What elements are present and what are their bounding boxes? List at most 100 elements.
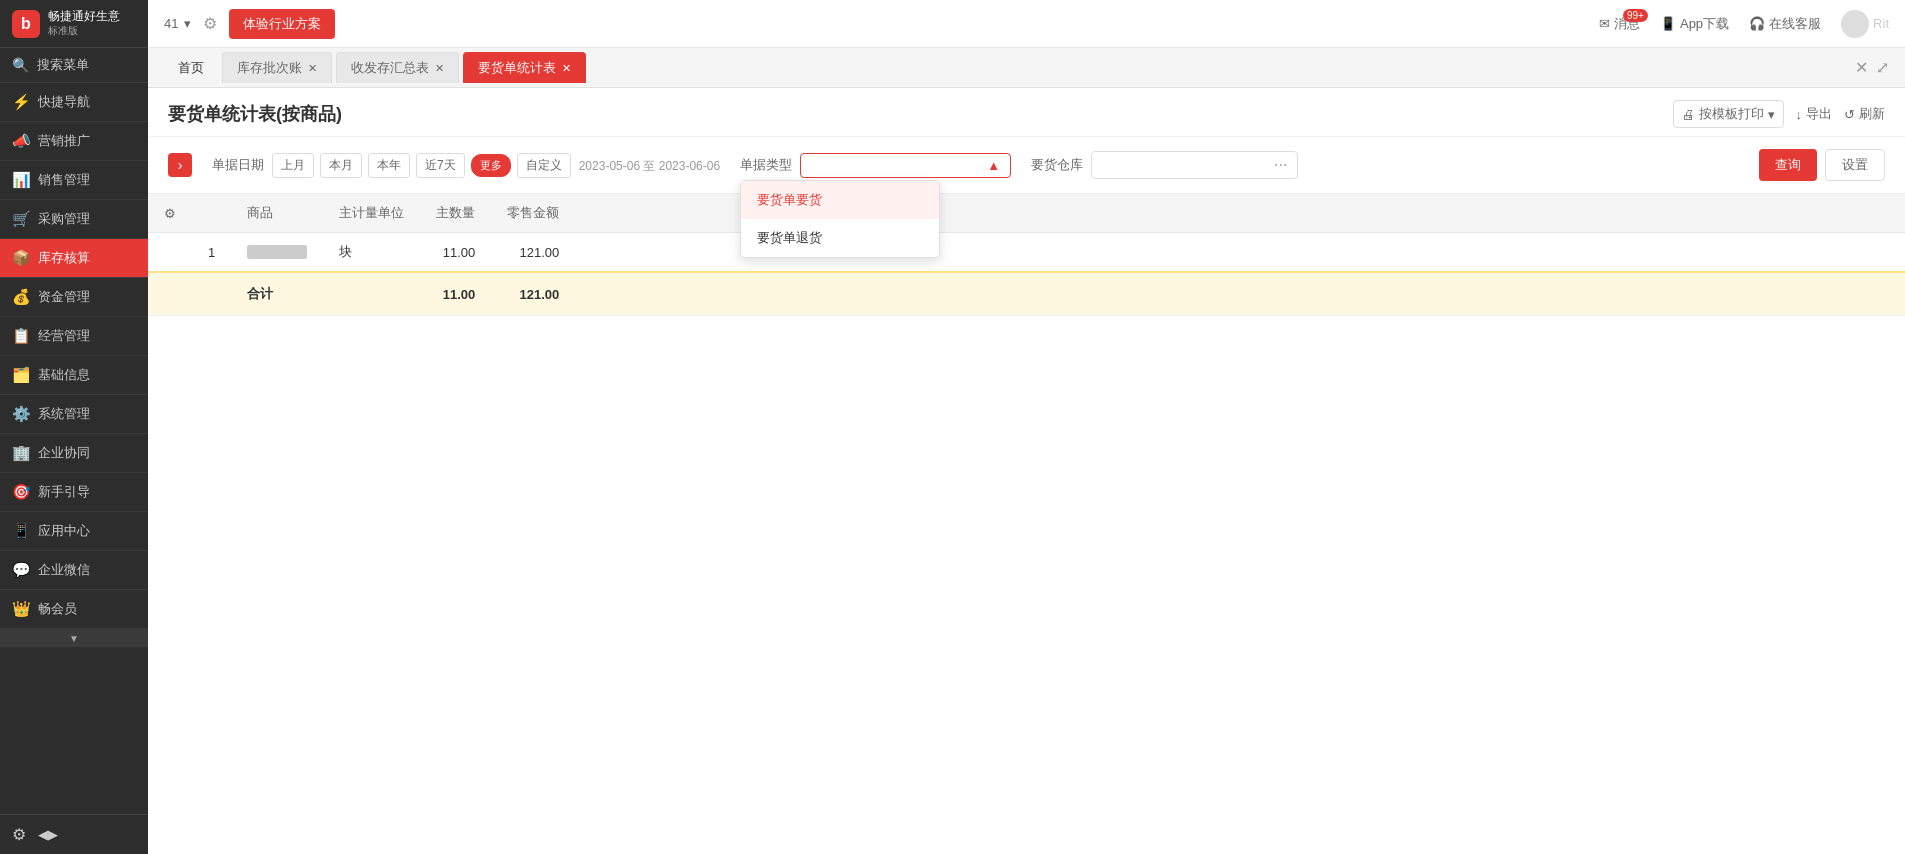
row-quantity: 11.00 xyxy=(420,233,491,273)
app-logo: b 畅捷通好生意 标准版 xyxy=(0,0,148,48)
search-menu-label: 搜索菜单 xyxy=(37,56,89,74)
sidebar-item-label: 基础信息 xyxy=(38,366,90,384)
row-index: 1 xyxy=(192,233,231,273)
sidebar-item-system[interactable]: ⚙️ 系统管理 xyxy=(0,395,148,434)
warehouse-select[interactable]: ··· xyxy=(1091,151,1298,179)
sidebar-item-wechat[interactable]: 💬 企业微信 xyxy=(0,551,148,590)
sidebar-item-basic[interactable]: 🗂️ 基础信息 xyxy=(0,356,148,395)
total-row: 合计 11.00 121.00 xyxy=(148,272,1905,316)
this-year-btn[interactable]: 本年 xyxy=(368,153,410,178)
sidebar-item-purchase[interactable]: 🛒 采购管理 xyxy=(0,200,148,239)
sidebar-item-label: 销售管理 xyxy=(38,171,90,189)
total-gear xyxy=(148,272,192,316)
date-label: 单据日期 xyxy=(212,156,264,174)
refresh-btn[interactable]: ↺ 刷新 xyxy=(1844,105,1885,123)
sidebar-item-sales[interactable]: 📊 销售管理 xyxy=(0,161,148,200)
message-icon: ✉ xyxy=(1599,16,1610,31)
dropdown-item-requisition[interactable]: 要货单要货 xyxy=(741,181,939,219)
topbar-right: ✉ 消息 99+ 📱 App下载 🎧 在线客服 Rit xyxy=(1599,10,1889,38)
settings-icon[interactable]: ⚙ xyxy=(12,825,26,844)
sidebar-item-label: 畅会员 xyxy=(38,600,77,618)
table-body: 1 块 11.00 121.00 xyxy=(148,233,1905,273)
user-avatar[interactable]: Rit xyxy=(1841,10,1889,38)
sidebar-item-quick-nav[interactable]: ⚡ 快捷导航 xyxy=(0,83,148,122)
sidebar-item-operations[interactable]: 📋 经营管理 xyxy=(0,317,148,356)
tab-inventory-batch-close[interactable]: ✕ xyxy=(308,62,317,75)
sidebar-item-inventory[interactable]: 📦 库存核算 xyxy=(0,239,148,278)
custom-date-btn[interactable]: 自定义 xyxy=(517,153,571,178)
sidebar-item-label: 资金管理 xyxy=(38,288,90,306)
row-amount: 121.00 xyxy=(491,233,575,273)
search-menu-item[interactable]: 🔍 搜索菜单 xyxy=(0,48,148,83)
window-maximize-btn[interactable]: ⤢ xyxy=(1876,58,1889,77)
industry-btn[interactable]: 体验行业方案 xyxy=(229,9,335,39)
online-service-btn[interactable]: 🎧 在线客服 xyxy=(1749,15,1821,33)
sidebar-item-marketing[interactable]: 📣 营销推广 xyxy=(0,122,148,161)
tab-receive-summary[interactable]: 收发存汇总表 ✕ xyxy=(336,52,459,83)
tab-order-stats-close[interactable]: ✕ xyxy=(562,62,571,75)
basic-icon: 🗂️ xyxy=(12,366,30,384)
window-close-btn[interactable]: ✕ xyxy=(1855,58,1868,77)
sidebar-item-label: 采购管理 xyxy=(38,210,90,228)
table-head: ⚙ 商品 主计量单位 主数量 零售金额 xyxy=(148,194,1905,233)
print-icon: 🖨 xyxy=(1682,107,1695,122)
export-btn[interactable]: ↓ 导出 xyxy=(1796,105,1833,123)
tab-order-stats[interactable]: 要货单统计表 ✕ xyxy=(463,52,586,83)
table-foot: 合计 11.00 121.00 xyxy=(148,272,1905,316)
col-quantity: 主数量 xyxy=(420,194,491,233)
type-select[interactable]: ▲ xyxy=(800,153,1011,178)
filter-action-btns: 查询 设置 xyxy=(1759,149,1885,181)
total-extra xyxy=(575,272,1905,316)
avatar-img xyxy=(1841,10,1869,38)
messages-btn[interactable]: ✉ 消息 99+ xyxy=(1599,15,1640,33)
tab-home[interactable]: 首页 xyxy=(164,53,218,83)
store-dropdown-icon: ▾ xyxy=(184,16,191,31)
last-7days-btn[interactable]: 近7天 xyxy=(416,153,465,178)
filter-expand-btn[interactable]: › xyxy=(168,153,192,177)
topbar-gear-icon[interactable]: ⚙ xyxy=(203,14,217,33)
sidebar-item-enterprise[interactable]: 🏢 企业协同 xyxy=(0,434,148,473)
refresh-icon: ↺ xyxy=(1844,107,1855,122)
data-table: ⚙ 商品 主计量单位 主数量 零售金额 1 xyxy=(148,194,1905,316)
tab-inventory-batch[interactable]: 库存批次账 ✕ xyxy=(222,52,332,83)
more-dates-btn[interactable]: 更多 xyxy=(471,154,511,177)
sidebar-item-guide[interactable]: 🎯 新手引导 xyxy=(0,473,148,512)
sidebar-item-vip[interactable]: 👑 畅会员 xyxy=(0,590,148,629)
type-input[interactable] xyxy=(811,158,979,173)
appcenter-icon: 📱 xyxy=(12,522,30,540)
main-content: 41 ▾ ⚙ 体验行业方案 ✉ 消息 99+ 📱 App下载 🎧 在线客服 R xyxy=(148,0,1905,854)
warehouse-input[interactable] xyxy=(1102,158,1270,173)
query-btn[interactable]: 查询 xyxy=(1759,149,1817,181)
filter-settings-btn[interactable]: 设置 xyxy=(1825,149,1885,181)
warehouse-label: 要货仓库 xyxy=(1031,156,1083,174)
operations-icon: 📋 xyxy=(12,327,30,345)
app-sub: 标准版 xyxy=(48,24,120,38)
col-amount: 零售金额 xyxy=(491,194,575,233)
sidebar-scroll-down[interactable]: ▼ xyxy=(0,629,148,647)
collapse-icon[interactable]: ◀▶ xyxy=(38,827,58,842)
sidebar-item-finance[interactable]: 💰 资金管理 xyxy=(0,278,148,317)
window-btns: ✕ ⤢ xyxy=(1855,58,1889,77)
sidebar: b 畅捷通好生意 标准版 🔍 搜索菜单 ⚡ 快捷导航 📣 营销推广 📊 销售管理… xyxy=(0,0,148,854)
sidebar-item-appcenter[interactable]: 📱 应用中心 xyxy=(0,512,148,551)
topbar-left: 41 ▾ ⚙ 体验行业方案 xyxy=(164,9,335,39)
print-btn[interactable]: 🖨 按模板打印 ▾ xyxy=(1673,100,1784,128)
message-badge: 99+ xyxy=(1623,9,1648,22)
service-icon: 🎧 xyxy=(1749,16,1765,31)
total-amount: 121.00 xyxy=(491,272,575,316)
export-icon: ↓ xyxy=(1796,107,1803,122)
this-month-btn[interactable]: 本月 xyxy=(320,153,362,178)
date-range: 2023-05-06 至 2023-06-06 xyxy=(579,158,720,175)
tab-receive-summary-close[interactable]: ✕ xyxy=(435,62,444,75)
wechat-icon: 💬 xyxy=(12,561,30,579)
guide-icon: 🎯 xyxy=(12,483,30,501)
page-header: 要货单统计表(按商品) 🖨 按模板打印 ▾ ↓ 导出 ↺ 刷新 xyxy=(148,88,1905,137)
print-label: 按模板打印 xyxy=(1699,105,1764,123)
app-download-btn[interactable]: 📱 App下载 xyxy=(1660,15,1729,33)
store-selector[interactable]: 41 ▾ xyxy=(164,16,191,31)
product-name-blurred xyxy=(247,245,307,259)
last-month-btn[interactable]: 上月 xyxy=(272,153,314,178)
dropdown-item-return[interactable]: 要货单退货 xyxy=(741,219,939,257)
type-dropdown-arrow: ▲ xyxy=(987,158,1000,173)
col-gear[interactable]: ⚙ xyxy=(148,194,192,233)
